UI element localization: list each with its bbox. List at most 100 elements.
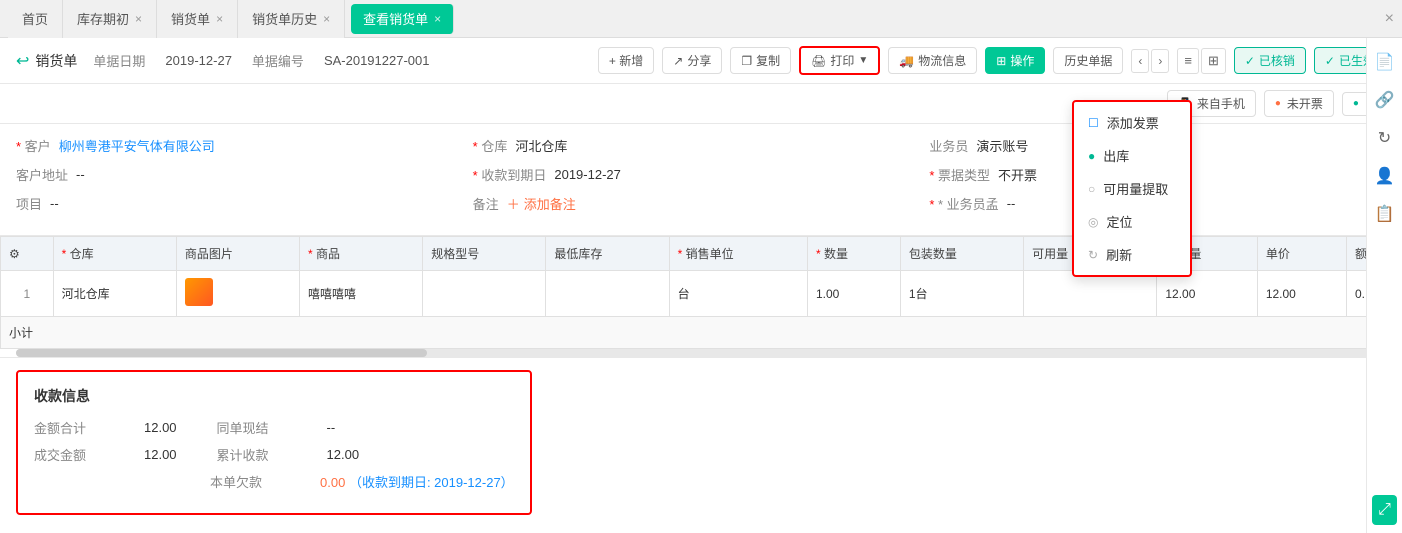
menu-item-locate[interactable]: ◎ 定位 <box>1074 205 1190 238</box>
locate-icon: ◎ <box>1088 215 1098 229</box>
payment-due-value: 2019-12-27 <box>554 167 621 182</box>
cumulative-collection-value: 12.00 <box>327 447 360 462</box>
sidebar-expand-icon[interactable]: ⤢ <box>1372 495 1397 525</box>
cancelled-label: 已核销 <box>1259 52 1295 69</box>
row-available <box>1024 271 1157 317</box>
share-icon: ↗ <box>673 54 683 68</box>
total-amount-label: 金额合计 <box>34 418 104 437</box>
not-open-label: 未开票 <box>1287 95 1323 112</box>
customer-value[interactable]: 柳州粤港平安气体有限公司 <box>59 136 215 155</box>
tab-inventory-label: 库存期初 <box>77 9 129 28</box>
warehouse-value: 河北仓库 <box>515 136 567 155</box>
menu-item-add-invoice[interactable]: ☐ 添加发票 <box>1074 106 1190 139</box>
row-warehouse: 河北仓库 <box>53 271 176 317</box>
scroll-thumb[interactable] <box>16 349 427 357</box>
col-settings[interactable]: ⚙ <box>1 237 54 271</box>
not-open-button[interactable]: 未开票 <box>1264 90 1334 117</box>
view-icons: ≡ ⊞ <box>1177 48 1226 74</box>
add-invoice-label: 添加发票 <box>1107 113 1159 132</box>
prev-button[interactable]: ‹ <box>1131 49 1149 73</box>
grid-view-icon[interactable]: ⊞ <box>1201 48 1226 74</box>
tab-view-sales-label: 查看销货单 <box>363 9 428 28</box>
row-unit-price: 12.00 <box>1257 271 1346 317</box>
main-content: ↩ 销货单 单据日期 2019-12-27 单据编号 SA-20191227-0… <box>0 38 1402 533</box>
operation-button[interactable]: ⊞ 操作 <box>985 47 1045 74</box>
tab-inventory-close[interactable]: × <box>135 12 142 26</box>
effective-check-icon: ✓ <box>1325 54 1335 68</box>
col-product: * 商品 <box>300 237 423 271</box>
copy-button[interactable]: ❐ 复制 <box>730 47 791 74</box>
history-label: 历史单据 <box>1064 52 1112 69</box>
project-label: 项目 <box>16 194 42 213</box>
employee-label: 业务员 <box>929 136 968 155</box>
print-button[interactable]: 🖨 打印 ▼ <box>799 46 880 75</box>
sales-employee-label: * 业务员孟 <box>929 194 998 213</box>
payment-row-3: 占位 占位 本单欠款 0.00 （收款到期日: 2019-12-27） <box>34 472 514 491</box>
doc-date-value: 2019-12-27 <box>165 53 232 68</box>
same-order-settle-value: -- <box>327 420 336 435</box>
tab-sales-history-label: 销货单历史 <box>252 9 317 28</box>
add-note-label: 添加备注 <box>524 194 576 213</box>
tab-inventory-start[interactable]: 库存期初 × <box>63 0 157 38</box>
next-button[interactable]: › <box>1151 49 1169 73</box>
print-label: 打印 <box>830 52 854 69</box>
payment-due-field: 收款到期日 2019-12-27 <box>473 165 930 184</box>
outbound-icon: ● <box>1088 149 1095 163</box>
tab-sales-history[interactable]: 销货单历史 × <box>238 0 345 38</box>
row-settings[interactable]: 1 <box>1 271 54 317</box>
warehouse-label: 仓库 <box>473 136 508 155</box>
logistics-button[interactable]: 🚚 物流信息 <box>888 47 977 74</box>
tab-sales-history-close[interactable]: × <box>323 12 330 26</box>
tab-sales-close[interactable]: × <box>216 12 223 26</box>
history-button[interactable]: 历史单据 <box>1053 47 1123 74</box>
sidebar-link-icon[interactable]: 🔗 <box>1369 84 1401 116</box>
sidebar-clipboard-icon[interactable]: 📋 <box>1369 198 1401 230</box>
menu-item-available-qty[interactable]: ○ 可用量提取 <box>1074 172 1190 205</box>
payment-due-label: 收款到期日 <box>473 165 547 184</box>
col-sales-unit: * 销售单位 <box>669 237 807 271</box>
sidebar-refresh-icon[interactable]: ↻ <box>1372 122 1397 154</box>
add-note-btn[interactable]: ＋ 添加备注 <box>507 194 576 213</box>
sales-employee-value: -- <box>1007 196 1016 211</box>
right-sidebar: 📄 🔗 ↻ 👤 📋 ⤢ <box>1366 38 1402 533</box>
menu-item-outbound[interactable]: ● 出库 <box>1074 139 1190 172</box>
tab-home-label: 首页 <box>22 9 48 28</box>
operation-label: 操作 <box>1010 52 1034 69</box>
menu-item-refresh[interactable]: ↻ 刷新 <box>1074 238 1190 271</box>
tab-sales-order[interactable]: 销货单 × <box>157 0 238 38</box>
outbound-label: 出库 <box>1103 146 1129 165</box>
product-image <box>185 278 213 306</box>
tab-view-sales-close[interactable]: × <box>434 12 441 26</box>
tab-view-sales[interactable]: 查看销货单 × <box>351 4 454 34</box>
note-label: 备注 <box>473 194 499 213</box>
logistics-icon: 🚚 <box>899 54 914 68</box>
row-model <box>423 271 546 317</box>
from-phone-label: 来自手机 <box>1197 95 1245 112</box>
cumulative-collection-label: 累计收款 <box>217 445 287 464</box>
payment-info: 收款信息 金额合计 12.00 同单现结 -- 成交金额 12.00 累计收款 … <box>16 370 532 515</box>
doc-number-value: SA-20191227-001 <box>324 53 430 68</box>
list-view-icon[interactable]: ≡ <box>1177 48 1199 74</box>
new-button[interactable]: + 新增 <box>598 47 654 74</box>
row-quantity: 1.00 <box>807 271 900 317</box>
arrears-suffix: （收款到期日: 2019-12-27） <box>349 475 514 490</box>
add-invoice-icon: ☐ <box>1088 116 1099 130</box>
same-order-settle-label: 同单现结 <box>217 418 287 437</box>
transaction-amount-value: 12.00 <box>144 447 177 462</box>
sidebar-user-icon[interactable]: 👤 <box>1369 160 1401 192</box>
tab-close-all[interactable]: × <box>1385 10 1394 28</box>
warehouse-field: 仓库 河北仓库 <box>473 136 930 155</box>
address-value: -- <box>76 167 85 182</box>
payment-row-2: 成交金额 12.00 累计收款 12.00 <box>34 445 514 464</box>
ticket-type-value: 不开票 <box>998 165 1037 184</box>
cancelled-check-icon: ✓ <box>1245 54 1255 68</box>
refresh-icon: ↻ <box>1088 248 1098 262</box>
tab-home[interactable]: 首页 <box>8 0 63 38</box>
share-button[interactable]: ↗ 分享 <box>662 47 722 74</box>
operation-dropdown: ☐ 添加发票 ● 出库 ○ 可用量提取 ◎ 定位 ↻ 刷新 <box>1072 100 1192 277</box>
sidebar-doc-icon[interactable]: 📄 <box>1369 46 1401 78</box>
current-arrears-label: 本单欠款 <box>210 472 280 491</box>
print-dropdown-icon: ▼ <box>858 55 868 66</box>
horizontal-scrollbar[interactable] <box>16 349 1386 357</box>
tab-sales-label: 销货单 <box>171 9 210 28</box>
